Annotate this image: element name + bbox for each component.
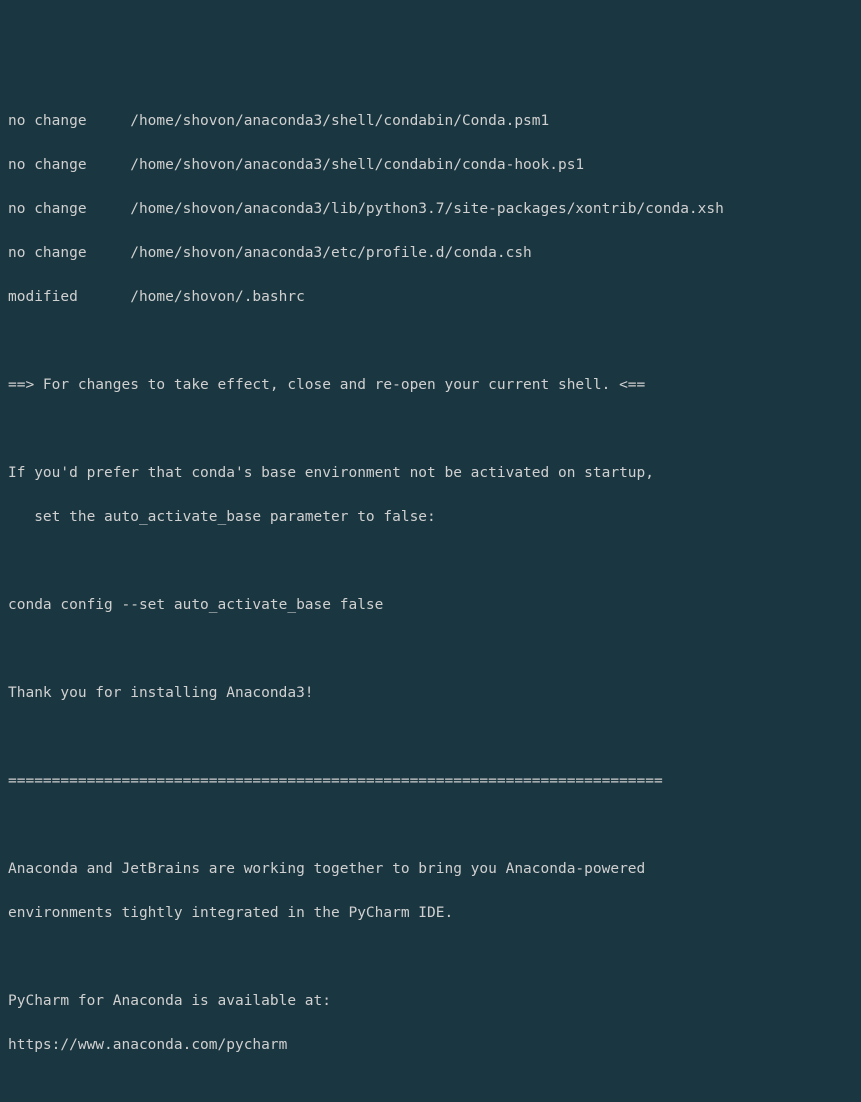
output-line: no change /home/shovon/anaconda3/etc/pro…	[8, 242, 853, 264]
output-line	[8, 330, 853, 352]
output-line: modified /home/shovon/.bashrc	[8, 286, 853, 308]
output-line	[8, 814, 853, 836]
output-line	[8, 946, 853, 968]
output-line	[8, 418, 853, 440]
output-line: PyCharm for Anaconda is available at:	[8, 990, 853, 1012]
output-line	[8, 638, 853, 660]
output-line: Anaconda and JetBrains are working toget…	[8, 858, 853, 880]
output-line: set the auto_activate_base parameter to …	[8, 506, 853, 528]
output-line: conda config --set auto_activate_base fa…	[8, 594, 853, 616]
output-line: ==> For changes to take effect, close an…	[8, 374, 853, 396]
terminal-output: no change /home/shovon/anaconda3/shell/c…	[8, 88, 853, 1102]
output-line: Thank you for installing Anaconda3!	[8, 682, 853, 704]
output-line: https://www.anaconda.com/pycharm	[8, 1034, 853, 1056]
output-line: environments tightly integrated in the P…	[8, 902, 853, 924]
output-line	[8, 1078, 853, 1100]
output-line: no change /home/shovon/anaconda3/shell/c…	[8, 154, 853, 176]
output-line: no change /home/shovon/anaconda3/lib/pyt…	[8, 198, 853, 220]
output-line: If you'd prefer that conda's base enviro…	[8, 462, 853, 484]
output-line: ========================================…	[8, 770, 853, 792]
output-line: no change /home/shovon/anaconda3/shell/c…	[8, 110, 853, 132]
output-line	[8, 726, 853, 748]
output-line	[8, 550, 853, 572]
